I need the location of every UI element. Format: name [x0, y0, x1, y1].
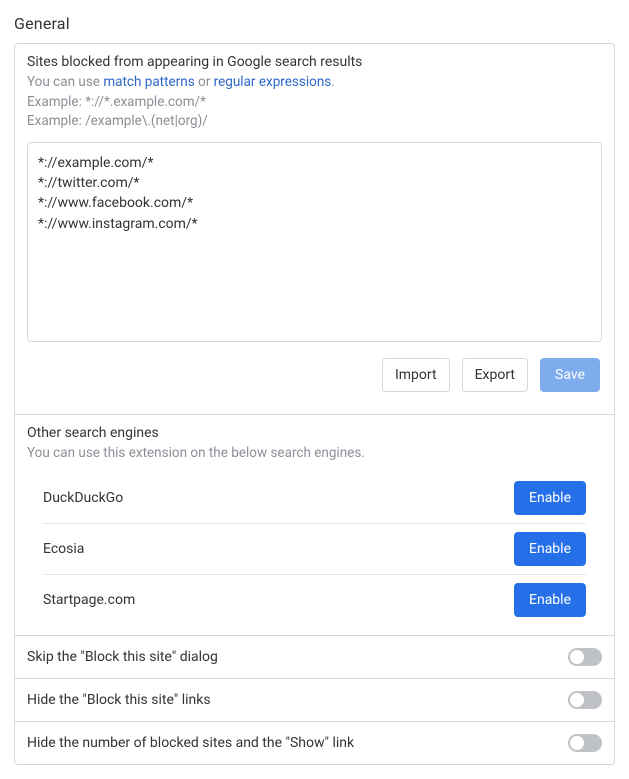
blocklist-subtext: You can use match patterns or regular ex…: [27, 73, 602, 93]
engine-row: DuckDuckGo Enable: [43, 473, 586, 524]
engine-name-startpage: Startpage.com: [43, 592, 135, 608]
toggle-label: Hide the number of blocked sites and the…: [27, 735, 354, 751]
toggle-row-hide-links: Hide the "Block this site" links: [15, 678, 614, 721]
section-title-general: General: [14, 14, 615, 33]
toggle-label: Skip the "Block this site" dialog: [27, 649, 218, 665]
enable-startpage-button[interactable]: Enable: [514, 583, 586, 617]
engine-name-duckduckgo: DuckDuckGo: [43, 490, 123, 506]
blocklist-heading: Sites blocked from appearing in Google s…: [27, 54, 602, 70]
other-engines-section: Other search engines You can use this ex…: [15, 414, 614, 636]
general-card: Sites blocked from appearing in Google s…: [14, 43, 615, 765]
toggle-label: Hide the "Block this site" links: [27, 692, 211, 708]
toggle-row-hide-count: Hide the number of blocked sites and the…: [15, 721, 614, 764]
other-engines-subtext: You can use this extension on the below …: [27, 444, 602, 464]
blocklist-example-1: Example: *://*.example.com/*: [27, 93, 602, 113]
blocklist-textarea[interactable]: [27, 142, 602, 342]
toggle-row-skip-dialog: Skip the "Block this site" dialog: [15, 635, 614, 678]
save-button[interactable]: Save: [540, 358, 600, 392]
text: or: [195, 74, 214, 90]
enable-ecosia-button[interactable]: Enable: [514, 532, 586, 566]
engines-list: DuckDuckGo Enable Ecosia Enable Startpag…: [27, 473, 602, 625]
hide-count-toggle[interactable]: [568, 734, 602, 752]
import-button[interactable]: Import: [382, 358, 450, 392]
other-engines-heading: Other search engines: [27, 425, 602, 441]
engine-row: Ecosia Enable: [43, 524, 586, 575]
blocklist-section: Sites blocked from appearing in Google s…: [15, 44, 614, 414]
engine-row: Startpage.com Enable: [43, 575, 586, 625]
blocklist-example-2: Example: /example\.(net|org)/: [27, 112, 602, 132]
export-button[interactable]: Export: [462, 358, 528, 392]
text: .: [331, 74, 335, 90]
engine-name-ecosia: Ecosia: [43, 541, 84, 557]
blocklist-button-row: Import Export Save: [27, 358, 602, 404]
enable-duckduckgo-button[interactable]: Enable: [514, 481, 586, 515]
hide-links-toggle[interactable]: [568, 691, 602, 709]
text: You can use: [27, 74, 103, 90]
match-patterns-link[interactable]: match patterns: [103, 74, 194, 90]
skip-dialog-toggle[interactable]: [568, 648, 602, 666]
regular-expressions-link[interactable]: regular expressions: [214, 74, 332, 90]
